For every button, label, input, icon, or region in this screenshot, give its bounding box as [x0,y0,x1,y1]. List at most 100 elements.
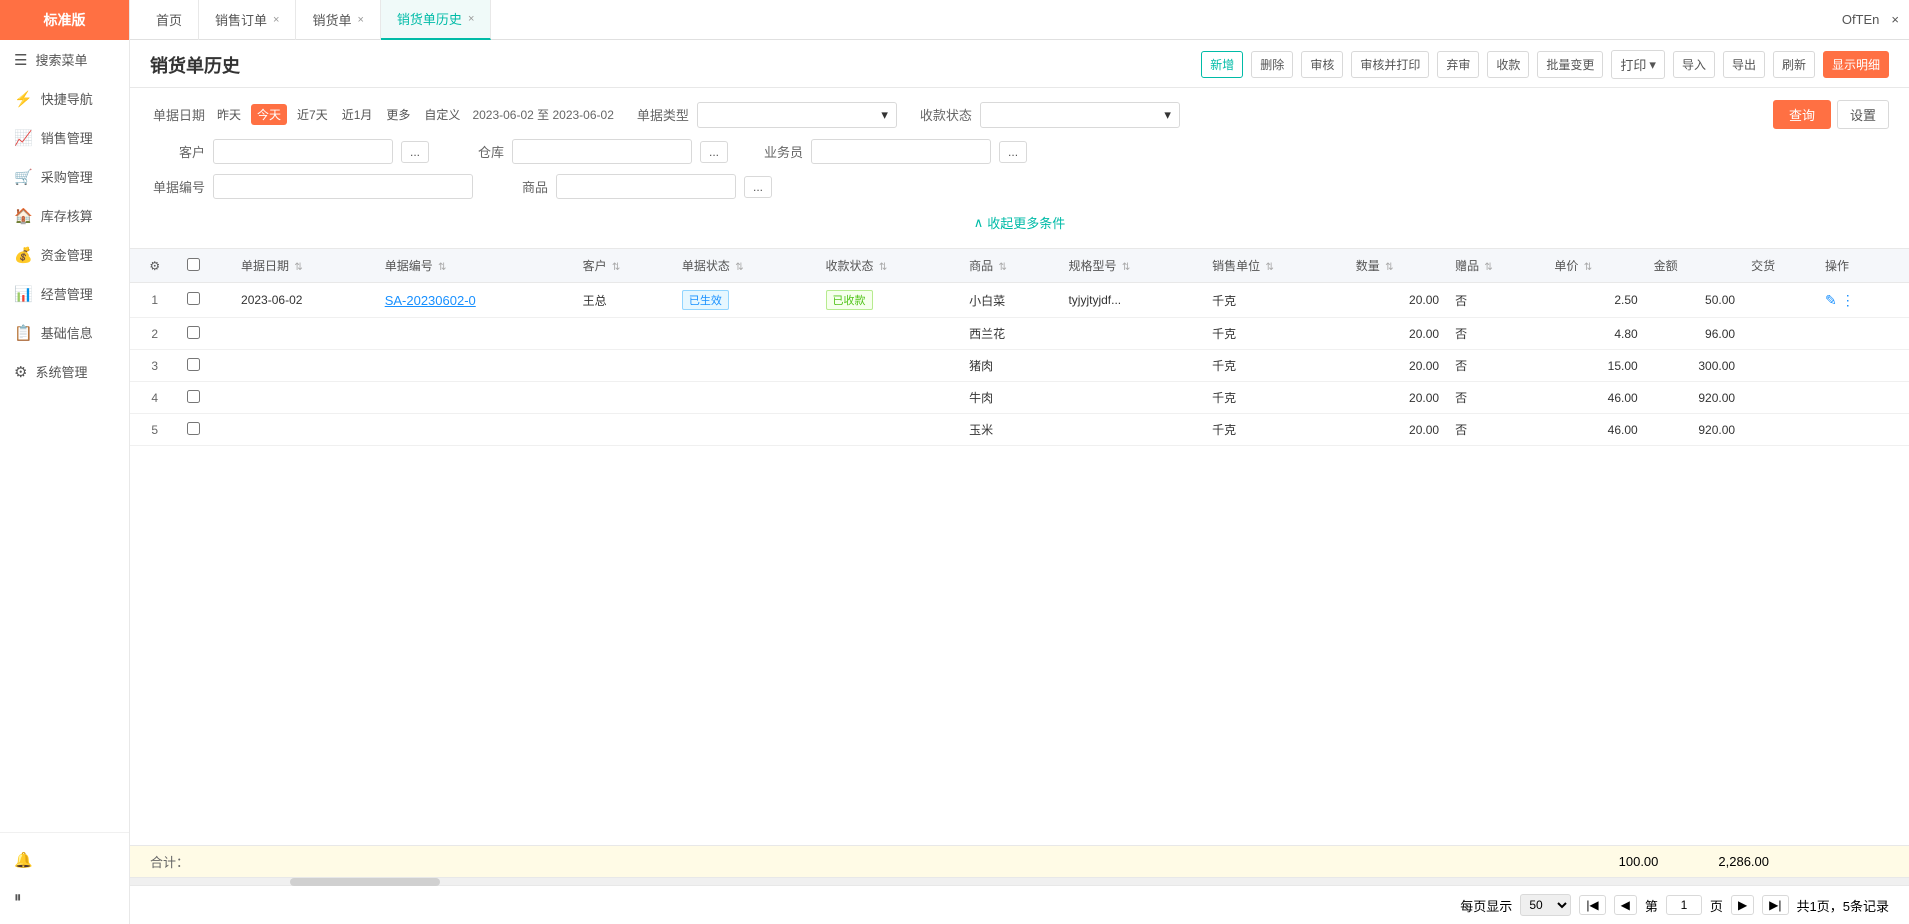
tab-sales-delivery[interactable]: 销货单 × [296,0,380,40]
date-tab-more[interactable]: 更多 [382,104,414,125]
sort-icon: ⇅ [1584,262,1592,273]
abandon-button[interactable]: 弃审 [1437,51,1479,78]
audit-print-button[interactable]: 审核并打印 [1351,51,1429,78]
sidebar-pause[interactable]: ⏸ [0,879,129,916]
batch-change-button[interactable]: 批量变更 [1537,51,1603,78]
page-input[interactable] [1666,895,1702,915]
date-tab-yesterday[interactable]: 昨天 [213,104,245,125]
first-page-button[interactable]: |◀ [1579,895,1605,915]
col-qty[interactable]: 数量 ⇅ [1348,249,1447,283]
row-num: 4 [130,382,179,414]
search-button[interactable]: 查询 [1773,100,1831,129]
row-doc-no [377,350,575,382]
sidebar-notification[interactable]: 🔔 [0,841,129,879]
sort-icon: ⇅ [1385,262,1393,273]
row-unit: 千克 [1204,350,1348,382]
tab-sales-delivery-close[interactable]: × [357,14,363,26]
tab-home[interactable]: 首页 [140,0,199,40]
product-ellipsis-button[interactable]: ... [744,176,772,198]
set-button[interactable]: 设置 [1837,100,1889,129]
refresh-button[interactable]: 刷新 [1773,51,1815,78]
sidebar-item-sys-mgmt[interactable]: ⚙ 系统管理 [0,352,129,391]
col-collect-status[interactable]: 收款状态 ⇅ [818,249,962,283]
date-tab-7days[interactable]: 近7天 [293,104,332,125]
salesperson-input[interactable] [811,139,991,164]
select-all-checkbox[interactable] [187,258,200,271]
product-filter-group: 商品 ... [493,174,772,199]
search-menu-icon: ☰ [14,51,27,69]
doc-no-input[interactable] [213,174,473,199]
new-button[interactable]: 新增 [1201,51,1243,78]
date-tab-custom[interactable]: 自定义 [420,104,464,125]
per-page-select[interactable]: 50 100 200 [1520,894,1571,916]
sidebar-item-inventory[interactable]: 🏠 库存核算 [0,196,129,235]
row-checkbox[interactable] [179,283,233,318]
edit-icon[interactable]: ✎ [1825,292,1837,308]
delete-button[interactable]: 删除 [1251,51,1293,78]
print-button[interactable]: 打印 ▾ [1611,50,1665,79]
tab-sales-order-close[interactable]: × [273,14,279,26]
row-checkbox[interactable] [179,414,233,446]
collect-status-select[interactable]: ▾ [980,102,1180,128]
customer-input[interactable] [213,139,393,164]
col-doc-no[interactable]: 单据编号 ⇅ [377,249,575,283]
col-unit-price[interactable]: 单价 ⇅ [1546,249,1645,283]
col-checkbox[interactable] [179,249,233,283]
more-icon[interactable]: ⋮ [1841,292,1855,308]
row-checkbox[interactable] [179,350,233,382]
row-qty: 20.00 [1348,283,1447,318]
doc-no-link[interactable]: SA-20230602-0 [385,293,476,308]
import-button[interactable]: 导入 [1673,51,1715,78]
row-unit: 千克 [1204,414,1348,446]
sidebar-item-search-menu[interactable]: ☰ 搜索菜单 [0,40,129,79]
next-page-button[interactable]: ▶ [1731,895,1754,915]
warehouse-ellipsis-button[interactable]: ... [700,141,728,163]
row-checkbox[interactable] [179,382,233,414]
date-tab-1month[interactable]: 近1月 [338,104,377,125]
row-product: 西兰花 [961,318,1060,350]
sidebar-item-sales-mgmt[interactable]: 📈 销售管理 [0,118,129,157]
horizontal-scrollbar[interactable] [130,877,1909,885]
row-customer [575,350,674,382]
sidebar-item-ops-mgmt[interactable]: 📊 经营管理 [0,274,129,313]
row-checkbox[interactable] [179,318,233,350]
tab-sales-history-close[interactable]: × [468,13,474,25]
col-customer[interactable]: 客户 ⇅ [575,249,674,283]
doc-type-label: 单据类型 [634,105,689,124]
export-button[interactable]: 导出 [1723,51,1765,78]
col-doc-date[interactable]: 单据日期 ⇅ [233,249,377,283]
sidebar-item-basic-info[interactable]: 📋 基础信息 [0,313,129,352]
col-product[interactable]: 商品 ⇅ [961,249,1060,283]
col-gift[interactable]: 赠品 ⇅ [1447,249,1546,283]
collect-button[interactable]: 收款 [1487,51,1529,78]
sidebar-item-purchase-mgmt[interactable]: 🛒 采购管理 [0,157,129,196]
col-doc-status[interactable]: 单据状态 ⇅ [674,249,818,283]
row-product: 牛肉 [961,382,1060,414]
row-collect-status [818,382,962,414]
sidebar-item-label: 基础信息 [41,323,93,342]
prev-page-button[interactable]: ◀ [1614,895,1637,915]
sidebar-item-quick-nav[interactable]: ⚡ 快捷导航 [0,79,129,118]
customer-ellipsis-button[interactable]: ... [401,141,429,163]
col-settings[interactable]: ⚙ [130,249,179,283]
col-spec-type[interactable]: 规格型号 ⇅ [1060,249,1204,283]
doc-type-select[interactable]: ▾ [697,102,897,128]
row-gift: 否 [1447,414,1546,446]
collapse-button[interactable]: ∧ 收起更多条件 [150,209,1889,236]
date-tab-today[interactable]: 今天 [251,104,287,125]
tab-sales-history[interactable]: 销货单历史 × [381,0,491,40]
warehouse-input[interactable] [512,139,692,164]
last-page-button[interactable]: ▶| [1762,895,1788,915]
scrollbar-thumb[interactable] [290,878,440,886]
sidebar-item-finance-mgmt[interactable]: 💰 资金管理 [0,235,129,274]
tab-sales-order[interactable]: 销售订单 × [199,0,296,40]
audit-button[interactable]: 审核 [1301,51,1343,78]
row-spec-type [1060,350,1204,382]
product-input[interactable] [556,174,736,199]
show-detail-button[interactable]: 显示明细 [1823,51,1889,78]
col-unit[interactable]: 销售单位 ⇅ [1204,249,1348,283]
topbar-close-icon[interactable]: × [1891,12,1899,27]
sidebar-item-label: 系统管理 [35,362,87,381]
sort-icon: ⇅ [1122,262,1130,273]
salesperson-ellipsis-button[interactable]: ... [999,141,1027,163]
